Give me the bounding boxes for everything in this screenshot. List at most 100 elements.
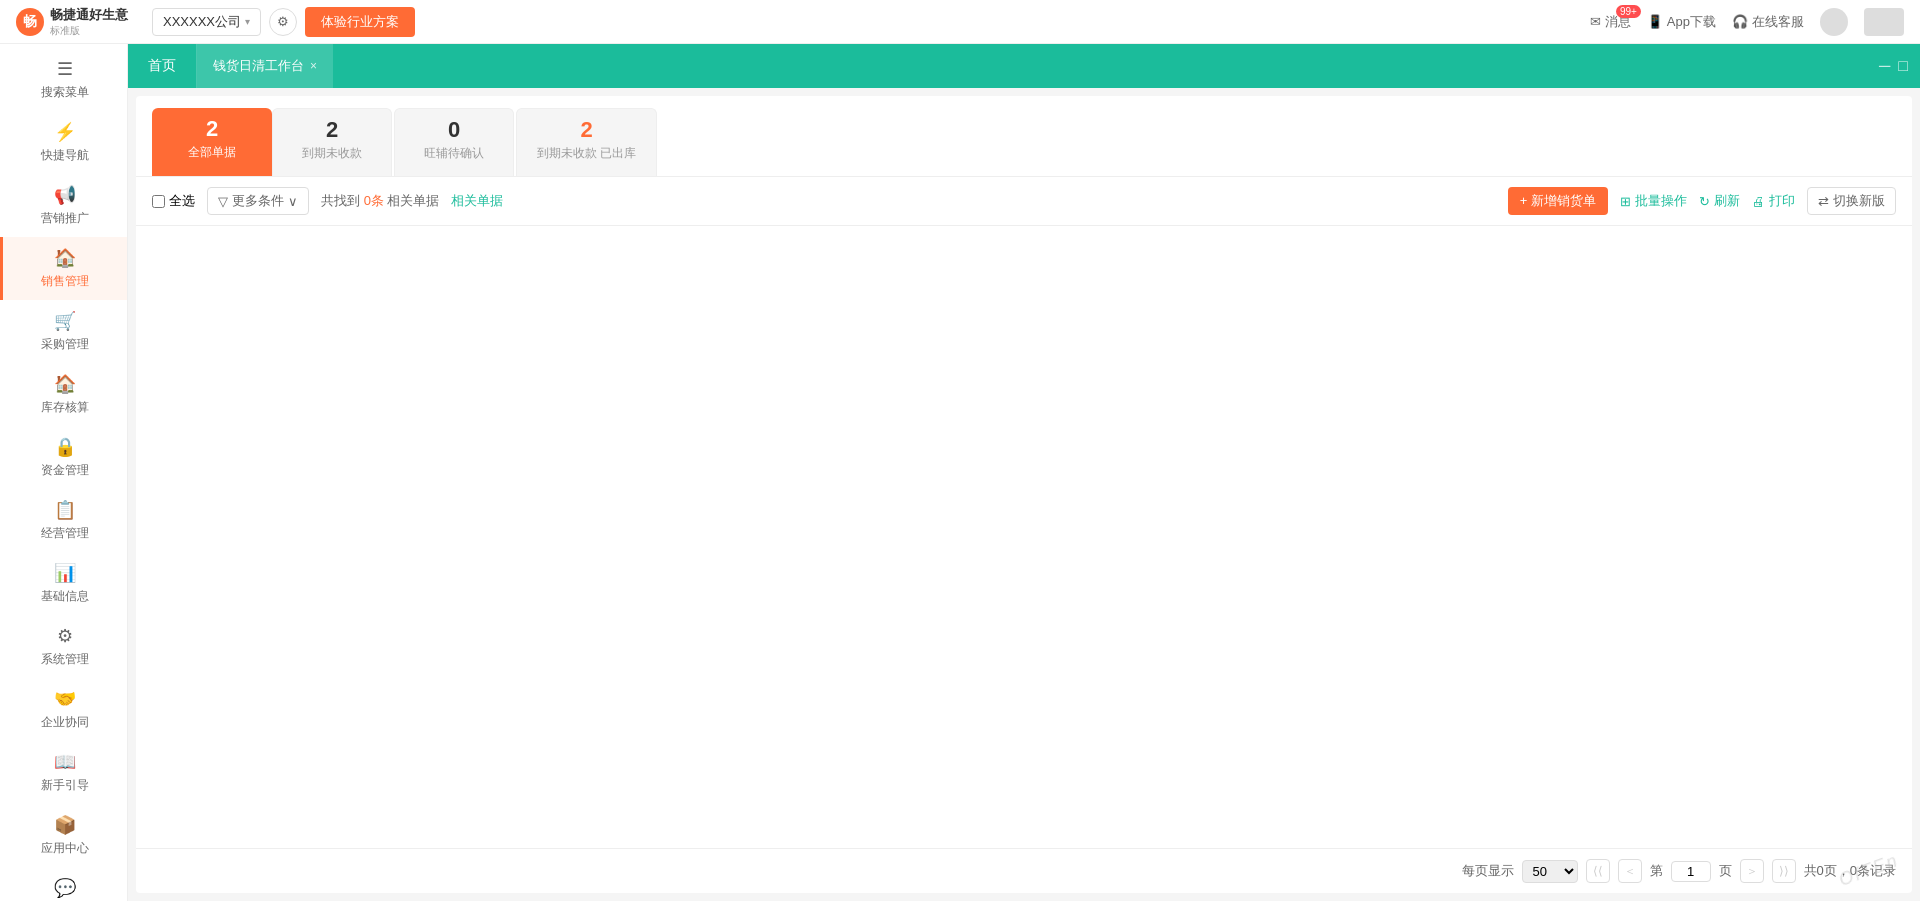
sidebar-item-marketing[interactable]: 📢 营销推广 bbox=[0, 174, 127, 237]
logo-icon: 畅 bbox=[16, 8, 44, 36]
print-label: 打印 bbox=[1769, 192, 1795, 210]
logo-sub: 标准版 bbox=[50, 24, 128, 38]
filter-label: 更多条件 bbox=[232, 192, 284, 210]
page-input[interactable] bbox=[1671, 861, 1711, 882]
nav-label-guide: 新手引导 bbox=[41, 777, 89, 794]
stat-tab-overdue-uncollected[interactable]: 2到期未收款 bbox=[272, 108, 392, 176]
tab-close-icon[interactable]: × bbox=[310, 59, 317, 73]
found-text: 共找到 0条 相关单据 bbox=[321, 192, 439, 210]
select-all-checkbox[interactable]: 全选 bbox=[152, 192, 195, 210]
message-badge: 99+ bbox=[1616, 5, 1641, 18]
nav-label-system: 系统管理 bbox=[41, 651, 89, 668]
nav-label-enterprise: 企业协同 bbox=[41, 714, 89, 731]
sidebar-item-search-menu[interactable]: ☰ 搜索菜单 bbox=[0, 48, 127, 111]
top-header: 畅 畅捷通好生意 标准版 XXXXXX公司 ▾ ⚙ 体验行业方案 ✉ 消息 99… bbox=[0, 0, 1920, 44]
nav-label-purchase: 采购管理 bbox=[41, 336, 89, 353]
sidebar-item-purchase[interactable]: 🛒采购管理 bbox=[0, 300, 127, 363]
found-suffix: 相关单据 bbox=[387, 193, 439, 208]
sidebar-item-sales[interactable]: 🏠销售管理 bbox=[0, 237, 127, 300]
message-button[interactable]: ✉ 消息 99+ bbox=[1590, 13, 1631, 31]
nav-label-base-info: 基础信息 bbox=[41, 588, 89, 605]
sidebar-item-system[interactable]: ⚙系统管理 bbox=[0, 615, 127, 678]
select-all-label: 全选 bbox=[169, 192, 195, 210]
nav-icon-base-info: 📊 bbox=[54, 562, 76, 584]
prev-page-button[interactable]: ＜ bbox=[1618, 859, 1642, 883]
nav-icon-inventory: 🏠 bbox=[54, 373, 76, 395]
batch-button[interactable]: ⊞ 批量操作 bbox=[1620, 192, 1687, 210]
stats-tabs: 2全部单据2到期未收款 0 旺辅待确认 2 到期未收款 已出库 bbox=[136, 96, 1912, 177]
main-content: 2全部单据2到期未收款 0 旺辅待确认 2 到期未收款 已出库 全选 ▽ 更多条件 ∨ … bbox=[128, 88, 1920, 901]
nav-label-quick-nav: 快捷导航 bbox=[41, 147, 89, 164]
stat-label-overdue-shipped: 到期未收款 已出库 bbox=[537, 145, 636, 162]
filter-button[interactable]: ▽ 更多条件 ∨ bbox=[207, 187, 309, 215]
stat-number-wangpu-confirm: 0 bbox=[415, 117, 493, 143]
stat-label-all: 全部单据 bbox=[172, 144, 252, 161]
gear-icon: ⚙ bbox=[277, 14, 289, 29]
nav-icon-enterprise: 🤝 bbox=[54, 688, 76, 710]
sidebar-item-enterprise[interactable]: 🤝 企业协同 bbox=[0, 678, 127, 741]
stat-label-wangpu-confirm: 旺辅待确认 bbox=[415, 145, 493, 162]
total-label: 共0页，0条记录 bbox=[1804, 862, 1896, 880]
sidebar-item-wechat[interactable]: 💬企业微信 bbox=[0, 867, 127, 901]
company-selector[interactable]: XXXXXX公司 ▾ bbox=[152, 8, 261, 36]
nav-label-operation: 经营管理 bbox=[41, 525, 89, 542]
nav-icon-marketing: 📢 bbox=[54, 184, 76, 206]
tab-minimize-icon[interactable]: ─ bbox=[1879, 57, 1890, 75]
select-all-input[interactable] bbox=[152, 195, 165, 208]
add-button[interactable]: + 新增销货单 bbox=[1508, 187, 1608, 215]
stat-tab-all[interactable]: 2全部单据 bbox=[152, 108, 272, 176]
nav-icon-search-menu: ☰ bbox=[57, 58, 73, 80]
first-page-button[interactable]: ⟨⟨ bbox=[1586, 859, 1610, 883]
nav-label-search-menu: 搜索菜单 bbox=[41, 84, 89, 101]
switch-button[interactable]: ⇄ 切换新版 bbox=[1807, 187, 1896, 215]
sidebar: ☰ 搜索菜单 ⚡ 快捷导航 📢 营销推广 🏠销售管理🛒采购管理 🏠 库存核算 🔒资金管理📋经营管理… bbox=[0, 0, 128, 901]
toolbar: 全选 ▽ 更多条件 ∨ 共找到 0条 相关单据 相关单据 + 新增销货单 ⊞ 批… bbox=[136, 177, 1912, 226]
user-name[interactable] bbox=[1864, 8, 1904, 36]
filter-chevron: ∨ bbox=[288, 194, 298, 209]
stat-tab-wangpu-confirm[interactable]: 0 旺辅待确认 bbox=[394, 108, 514, 176]
print-button[interactable]: 🖨 打印 bbox=[1752, 192, 1795, 210]
nav-label-inventory: 库存核算 bbox=[41, 399, 89, 416]
nav-icon-finance: 🔒 bbox=[54, 436, 76, 458]
logo-area: 畅 畅捷通好生意 标准版 bbox=[16, 6, 128, 38]
next-page-button[interactable]: ＞ bbox=[1740, 859, 1764, 883]
print-icon: 🖨 bbox=[1752, 194, 1765, 209]
online-service-button[interactable]: 🎧 在线客服 bbox=[1732, 13, 1804, 31]
sidebar-item-finance[interactable]: 🔒资金管理 bbox=[0, 426, 127, 489]
nav-label-app-center: 应用中心 bbox=[41, 840, 89, 857]
tab-bar: 首页 钱货日清工作台 × ─ □ bbox=[128, 44, 1920, 88]
tab-home[interactable]: 首页 bbox=[128, 44, 197, 88]
logo-text: 畅捷通好生意 标准版 bbox=[50, 6, 128, 38]
header-left: 畅 畅捷通好生意 标准版 XXXXXX公司 ▾ ⚙ 体验行业方案 bbox=[16, 6, 415, 38]
trial-button[interactable]: 体验行业方案 bbox=[305, 7, 415, 37]
page-label: 第 bbox=[1650, 862, 1663, 880]
related-link[interactable]: 相关单据 bbox=[451, 192, 503, 210]
sidebar-item-quick-nav[interactable]: ⚡ 快捷导航 bbox=[0, 111, 127, 174]
stat-number-overdue-shipped: 2 bbox=[537, 117, 636, 143]
avatar[interactable] bbox=[1820, 8, 1848, 36]
tab-maximize-icon[interactable]: □ bbox=[1898, 57, 1908, 75]
app-download-button[interactable]: 📱 App下载 bbox=[1647, 13, 1716, 31]
message-icon: ✉ bbox=[1590, 14, 1601, 29]
per-page-select[interactable]: 102050100 bbox=[1522, 860, 1578, 883]
switch-label: 切换新版 bbox=[1833, 192, 1885, 210]
refresh-button[interactable]: ↻ 刷新 bbox=[1699, 192, 1740, 210]
sidebar-item-inventory[interactable]: 🏠 库存核算 bbox=[0, 363, 127, 426]
last-page-button[interactable]: ⟩⟩ bbox=[1772, 859, 1796, 883]
switch-icon: ⇄ bbox=[1818, 194, 1829, 209]
stat-tab-overdue-shipped[interactable]: 2 到期未收款 已出库 bbox=[516, 108, 657, 176]
sidebar-item-guide[interactable]: 📖新手引导 bbox=[0, 741, 127, 804]
toolbar-right: + 新增销货单 ⊞ 批量操作 ↻ 刷新 🖨 打印 ⇄ 切换新版 bbox=[1508, 187, 1896, 215]
filter-icon: ▽ bbox=[218, 194, 228, 209]
nav-label-marketing: 营销推广 bbox=[41, 210, 89, 227]
sidebar-item-operation[interactable]: 📋经营管理 bbox=[0, 489, 127, 552]
sidebar-item-app-center[interactable]: 📦应用中心 bbox=[0, 804, 127, 867]
sidebar-item-base-info[interactable]: 📊 基础信息 bbox=[0, 552, 127, 615]
tab-active[interactable]: 钱货日清工作台 × bbox=[197, 44, 333, 88]
pagination: 每页显示 102050100 ⟨⟨ ＜ 第 页 ＞ ⟩⟩ 共0页，0条记录 bbox=[136, 848, 1912, 893]
found-prefix: 共找到 bbox=[321, 193, 360, 208]
company-name: XXXXXX公司 bbox=[163, 13, 241, 31]
nav-icon-quick-nav: ⚡ bbox=[54, 121, 76, 143]
refresh-label: 刷新 bbox=[1714, 192, 1740, 210]
settings-button[interactable]: ⚙ bbox=[269, 8, 297, 36]
